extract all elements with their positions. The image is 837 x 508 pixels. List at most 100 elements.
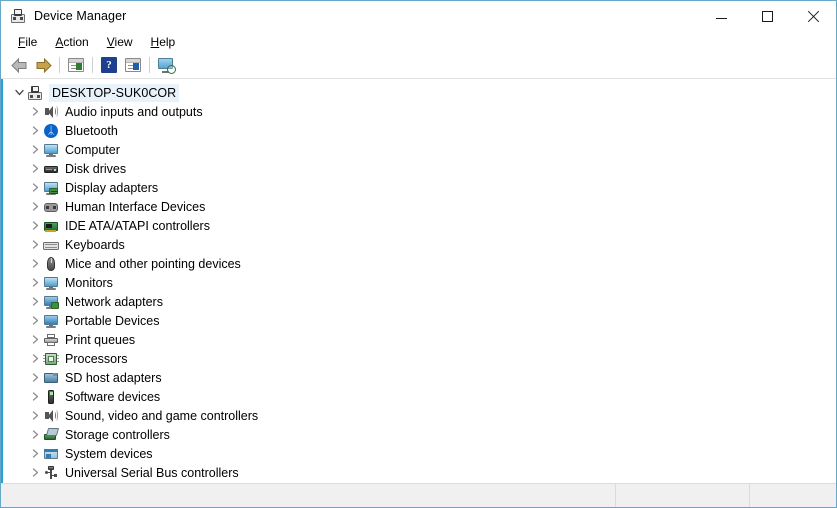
menu-item-action[interactable]: Action	[46, 33, 97, 51]
tree-item-label: Universal Serial Bus controllers	[65, 465, 239, 480]
tree-item[interactable]: Portable Devices	[3, 311, 836, 330]
tree-item[interactable]: Software devices	[3, 387, 836, 406]
chevron-right-icon[interactable]	[27, 444, 43, 463]
tree-root-label: DESKTOP-SUK0COR	[49, 83, 180, 102]
tree-item[interactable]: Keyboards	[3, 235, 836, 254]
tree-item[interactable]: IDE ATA/ATAPI controllers	[3, 216, 836, 235]
tree-item[interactable]: Display adapters	[3, 178, 836, 197]
tree-item[interactable]: Computer	[3, 140, 836, 159]
tree-item[interactable]: Processors	[3, 349, 836, 368]
tree-item-label: Network adapters	[65, 294, 163, 309]
tree-item[interactable]: Disk drives	[3, 159, 836, 178]
menu-item-view[interactable]: View	[98, 33, 142, 51]
mouse-icon	[43, 256, 59, 272]
tree-item-label: IDE ATA/ATAPI controllers	[65, 218, 210, 233]
tree-item-label: Processors	[65, 351, 128, 366]
chevron-right-icon[interactable]	[27, 425, 43, 444]
sd-host-icon	[43, 370, 59, 386]
monitor-icon	[43, 275, 59, 291]
tree-item-label: Computer	[65, 142, 120, 157]
forward-arrow-icon	[35, 57, 52, 73]
back-button[interactable]	[7, 54, 31, 76]
toolbar-separator	[59, 57, 60, 73]
scan-hardware-icon	[157, 57, 176, 74]
chevron-right-icon[interactable]	[27, 406, 43, 425]
tree-item-label: Sound, video and game controllers	[65, 408, 259, 423]
tree-item-label: Software devices	[65, 389, 161, 404]
network-adapter-icon	[43, 294, 59, 310]
properties-button[interactable]	[64, 54, 88, 76]
tree-item-label: Human Interface Devices	[65, 199, 206, 214]
chevron-down-icon[interactable]	[11, 83, 27, 102]
chevron-right-icon[interactable]	[27, 216, 43, 235]
title-bar: Device Manager	[1, 1, 836, 31]
menu-label-view: iew	[114, 34, 133, 49]
device-tree-panel[interactable]: DESKTOP-SUK0COR Audio inputs and outputs…	[1, 79, 836, 483]
chevron-right-icon[interactable]	[27, 102, 43, 121]
maximize-icon	[761, 10, 773, 22]
tree-item[interactable]: SD host adapters	[3, 368, 836, 387]
tree-item[interactable]: System devices	[3, 444, 836, 463]
tree-item[interactable]: Print queues	[3, 330, 836, 349]
chevron-right-icon[interactable]	[27, 463, 43, 482]
tree-item-label: Storage controllers	[65, 427, 170, 442]
close-button[interactable]	[790, 1, 836, 31]
tree-item[interactable]: Human Interface Devices	[3, 197, 836, 216]
chevron-right-icon[interactable]	[27, 330, 43, 349]
chevron-right-icon[interactable]	[27, 292, 43, 311]
tree-item-label: Mice and other pointing devices	[65, 256, 241, 271]
minimize-icon	[715, 18, 727, 19]
chevron-right-icon[interactable]	[27, 159, 43, 178]
chevron-right-icon[interactable]	[27, 254, 43, 273]
chevron-right-icon[interactable]	[27, 349, 43, 368]
chevron-right-icon[interactable]	[27, 235, 43, 254]
tree-root-item[interactable]: DESKTOP-SUK0COR	[3, 83, 836, 102]
menu-label-action: ction	[63, 34, 89, 49]
tree-item[interactable]: Sound, video and game controllers	[3, 406, 836, 425]
back-arrow-icon	[10, 57, 28, 73]
tree-item[interactable]: Monitors	[3, 273, 836, 292]
menu-bar: File Action View Help	[1, 31, 836, 52]
speaker-icon	[43, 104, 59, 120]
ide-controller-icon	[43, 218, 59, 234]
menu-item-help[interactable]: Help	[142, 33, 185, 51]
speaker-icon	[43, 408, 59, 424]
menu-label-help: elp	[159, 34, 176, 49]
tree-item[interactable]: ᛦ Bluetooth	[3, 121, 836, 140]
help-button[interactable]: ?	[97, 54, 121, 76]
tree-item[interactable]: Audio inputs and outputs	[3, 102, 836, 121]
properties-icon	[68, 58, 84, 72]
chevron-right-icon[interactable]	[27, 311, 43, 330]
disk-drive-icon	[43, 161, 59, 177]
minimize-button[interactable]	[698, 1, 744, 31]
printer-icon	[43, 332, 59, 348]
tree-item-label: Audio inputs and outputs	[65, 104, 203, 119]
chevron-right-icon[interactable]	[27, 121, 43, 140]
menu-item-file[interactable]: File	[9, 33, 46, 51]
tree-item[interactable]: Universal Serial Bus controllers	[3, 463, 836, 482]
maximize-button[interactable]	[744, 1, 790, 31]
chevron-right-icon[interactable]	[27, 140, 43, 159]
window-controls	[698, 1, 836, 31]
tree-item-label: Bluetooth	[65, 123, 118, 138]
scan-hardware-button[interactable]	[154, 54, 178, 76]
tree-item-label: Disk drives	[65, 161, 127, 176]
display-adapter-icon	[43, 180, 59, 196]
tree-item[interactable]: Mice and other pointing devices	[3, 254, 836, 273]
device-manager-icon	[10, 8, 26, 24]
device-tree: DESKTOP-SUK0COR Audio inputs and outputs…	[3, 79, 836, 482]
software-device-icon	[43, 389, 59, 405]
chevron-right-icon[interactable]	[27, 178, 43, 197]
chevron-right-icon[interactable]	[27, 368, 43, 387]
close-icon	[807, 10, 820, 23]
chevron-right-icon[interactable]	[27, 387, 43, 406]
hid-icon	[43, 199, 59, 215]
forward-button[interactable]	[31, 54, 55, 76]
chevron-right-icon[interactable]	[27, 273, 43, 292]
tree-item[interactable]: Network adapters	[3, 292, 836, 311]
chevron-right-icon[interactable]	[27, 197, 43, 216]
toolbar-separator	[149, 57, 150, 73]
update-driver-button[interactable]	[121, 54, 145, 76]
tree-item[interactable]: Storage controllers	[3, 425, 836, 444]
status-bar	[1, 483, 836, 507]
